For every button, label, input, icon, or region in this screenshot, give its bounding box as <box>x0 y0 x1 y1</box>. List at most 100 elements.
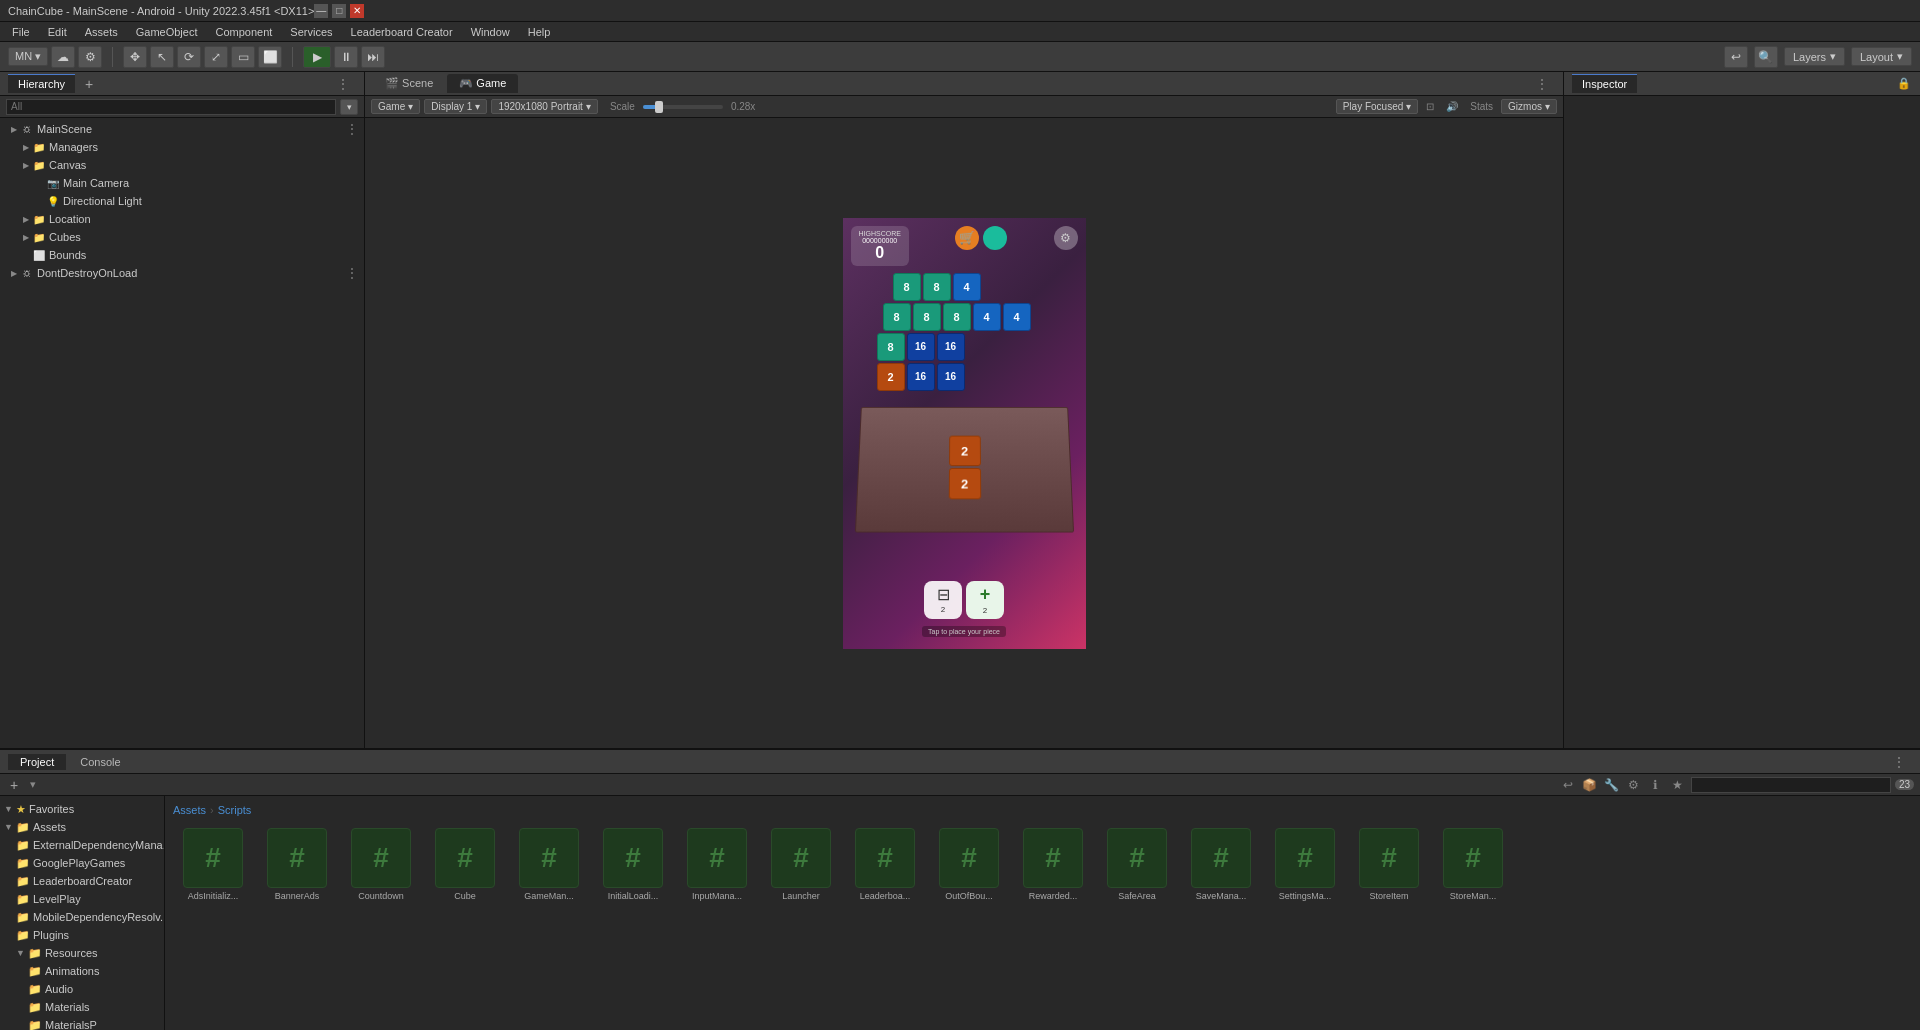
plugins-item[interactable]: 📁 Plugins <box>0 926 164 944</box>
asset-item-11[interactable]: SafeArea <box>1097 824 1177 905</box>
animations-item[interactable]: 📁 Animations <box>0 962 164 980</box>
console-tab[interactable]: Console <box>68 754 132 770</box>
shop-button[interactable]: 🛒 <box>955 226 979 250</box>
materials-item[interactable]: 📁 Materials <box>0 998 164 1016</box>
asset-item-15[interactable]: StoreMan... <box>1433 824 1513 905</box>
hierarchy-item-cubes[interactable]: ▶ 📁 Cubes <box>0 228 364 246</box>
asset-item-8[interactable]: Leaderboa... <box>845 824 925 905</box>
menu-item-file[interactable]: File <box>4 24 38 40</box>
cloud-button[interactable]: ☁ <box>51 46 75 68</box>
hierarchy-search-input[interactable] <box>6 99 336 115</box>
undo-history-button[interactable]: ↩ <box>1724 46 1748 68</box>
game-tab[interactable]: 🎮 Game <box>447 74 518 93</box>
hierarchy-filter-button[interactable]: ▾ <box>340 99 358 115</box>
display-dropdown[interactable]: Display 1 ▾ <box>424 99 487 114</box>
project-history-button[interactable]: ↩ <box>1559 776 1577 794</box>
asset-item-5[interactable]: InitialLoadi... <box>593 824 673 905</box>
project-info-button[interactable]: ℹ <box>1647 776 1665 794</box>
maximize-button[interactable]: □ <box>332 4 346 18</box>
hierarchy-tab[interactable]: Hierarchy <box>8 74 75 93</box>
rotate-tool-button[interactable]: ⟳ <box>177 46 201 68</box>
asset-item-1[interactable]: BannerAds <box>257 824 337 905</box>
asset-item-12[interactable]: SaveMana... <box>1181 824 1261 905</box>
hierarchy-item-location[interactable]: ▶ 📁 Location <box>0 210 364 228</box>
game-view-dropdown[interactable]: Game ▾ <box>371 99 420 114</box>
pause-button[interactable]: ⏸ <box>334 46 358 68</box>
asset-item-3[interactable]: Cube <box>425 824 505 905</box>
levelplay-item[interactable]: 📁 LevelPlay <box>0 890 164 908</box>
asset-item-7[interactable]: Launcher <box>761 824 841 905</box>
add-button[interactable]: + 2 <box>966 581 1004 619</box>
step-button[interactable]: ⏭ <box>361 46 385 68</box>
menu-item-services[interactable]: Services <box>282 24 340 40</box>
asset-item-4[interactable]: GameMan... <box>509 824 589 905</box>
account-dropdown[interactable]: MN ▾ <box>8 47 48 66</box>
inspector-tab[interactable]: Inspector <box>1572 74 1637 93</box>
asset-item-14[interactable]: StoreItem <box>1349 824 1429 905</box>
search-button[interactable]: 🔍 <box>1754 46 1778 68</box>
project-favorite-button[interactable]: ★ <box>1669 776 1687 794</box>
bottom-panel-menu-button[interactable]: ⋮ <box>1886 754 1912 770</box>
mobile-dep-item[interactable]: 📁 MobileDependencyResolv... <box>0 908 164 926</box>
hierarchy-add-button[interactable]: + <box>81 76 97 92</box>
coins-button[interactable] <box>983 226 1007 250</box>
breadcrumb-scripts[interactable]: Scripts <box>218 804 252 816</box>
layers-dropdown[interactable]: Layers ▾ <box>1784 47 1845 66</box>
audio-item[interactable]: 📁 Audio <box>0 980 164 998</box>
settings-small-button[interactable]: ⚙ <box>78 46 102 68</box>
assets-root-item[interactable]: ▼ 📁 Assets <box>0 818 164 836</box>
hierarchy-item-mainscene[interactable]: ▶ ⛭ MainScene ⋮ <box>0 120 364 138</box>
hierarchy-item-managers[interactable]: ▶ 📁 Managers <box>0 138 364 156</box>
resolution-dropdown[interactable]: 1920x1080 Portrait ▾ <box>491 99 598 114</box>
google-play-item[interactable]: 📁 GooglePlayGames <box>0 854 164 872</box>
hierarchy-item-main-camera[interactable]: 📷 Main Camera <box>0 174 364 192</box>
gizmos-dropdown[interactable]: Gizmos ▾ <box>1501 99 1557 114</box>
maximize-game-button[interactable]: ⊡ <box>1422 100 1438 113</box>
menu-item-window[interactable]: Window <box>463 24 518 40</box>
project-filter-button[interactable]: ⚙ <box>1625 776 1643 794</box>
hierarchy-item-bounds[interactable]: ⬜ Bounds <box>0 246 364 264</box>
project-packages-button[interactable]: 📦 <box>1581 776 1599 794</box>
minimize-button[interactable]: — <box>314 4 328 18</box>
project-search-input[interactable] <box>1691 777 1891 793</box>
menu-item-component[interactable]: Component <box>207 24 280 40</box>
resources-item[interactable]: ▼ 📁 Resources <box>0 944 164 962</box>
asset-item-10[interactable]: Rewarded... <box>1013 824 1093 905</box>
asset-item-13[interactable]: SettingsMa... <box>1265 824 1345 905</box>
mute-button[interactable]: 🔊 <box>1442 100 1462 113</box>
view-menu-button[interactable]: ⋮ <box>1529 76 1555 92</box>
menu-item-edit[interactable]: Edit <box>40 24 75 40</box>
project-settings-button[interactable]: 🔧 <box>1603 776 1621 794</box>
layout-dropdown[interactable]: Layout ▾ <box>1851 47 1912 66</box>
rect-tool-button[interactable]: ▭ <box>231 46 255 68</box>
breadcrumb-assets[interactable]: Assets <box>173 804 206 816</box>
hand-tool-button[interactable]: ✥ <box>123 46 147 68</box>
asset-item-0[interactable]: AdsInitializ... <box>173 824 253 905</box>
leaderboard-item[interactable]: 📁 LeaderboardCreator <box>0 872 164 890</box>
scale-handle[interactable] <box>655 101 663 113</box>
menu-item-help[interactable]: Help <box>520 24 559 40</box>
scale-slider[interactable] <box>643 105 723 109</box>
gear-button[interactable]: ⚙ <box>1054 226 1078 250</box>
scale-tool-button[interactable]: ⤢ <box>204 46 228 68</box>
asset-item-6[interactable]: InputMana... <box>677 824 757 905</box>
stats-button[interactable]: Stats <box>1466 100 1497 113</box>
asset-item-2[interactable]: Countdown <box>341 824 421 905</box>
external-dep-item[interactable]: 📁 ExternalDependencyMana... <box>0 836 164 854</box>
menu-item-assets[interactable]: Assets <box>77 24 126 40</box>
menu-item-leaderboard-creator[interactable]: Leaderboard Creator <box>343 24 461 40</box>
project-add-button[interactable]: + <box>6 777 22 793</box>
play-button[interactable]: ▶ <box>303 46 331 68</box>
hierarchy-item-directional-light[interactable]: 💡 Directional Light <box>0 192 364 210</box>
split-button[interactable]: ⊟ 2 <box>924 581 962 619</box>
menu-item-gameobject[interactable]: GameObject <box>128 24 206 40</box>
move-tool-button[interactable]: ↖ <box>150 46 174 68</box>
asset-item-9[interactable]: OutOfBou... <box>929 824 1009 905</box>
materialsp-item[interactable]: 📁 MaterialsP <box>0 1016 164 1030</box>
close-button[interactable]: ✕ <box>350 4 364 18</box>
hierarchy-menu-button[interactable]: ⋮ <box>330 76 356 92</box>
scene-tab[interactable]: 🎬 Scene <box>373 74 445 93</box>
transform-tool-button[interactable]: ⬜ <box>258 46 282 68</box>
favorites-item[interactable]: ▼ ★ Favorites <box>0 800 164 818</box>
hierarchy-item-canvas[interactable]: ▶ 📁 Canvas <box>0 156 364 174</box>
